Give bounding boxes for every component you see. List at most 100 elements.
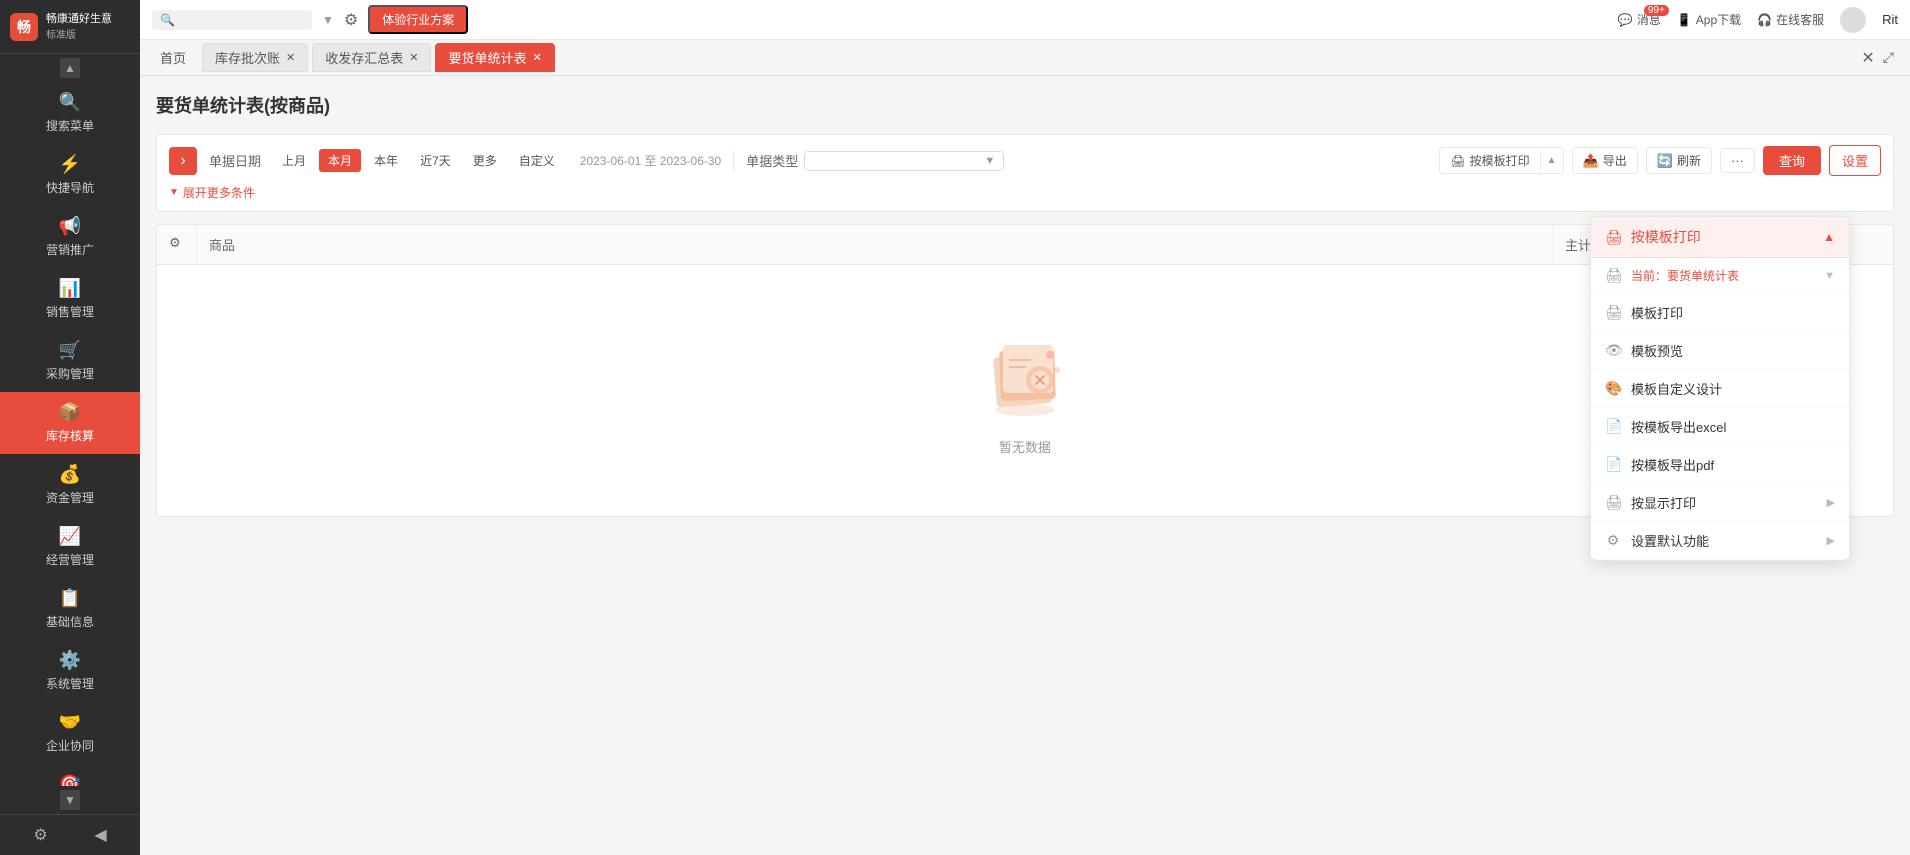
close-window-btn[interactable]: ✕ (1861, 48, 1874, 68)
sidebar-item-collab[interactable]: 🤝 企业协同 (0, 702, 140, 764)
date-btn-last-7[interactable]: 近7天 (411, 149, 460, 172)
table-col-product: 商品 (197, 225, 1553, 264)
scroll-down-btn[interactable]: ▼ (60, 790, 80, 810)
message-btn[interactable]: 💬 消息 99+ (1618, 11, 1661, 28)
order-type-filter: 单据类型 ▼ (746, 151, 1004, 171)
date-btn-this-month[interactable]: 本月 (319, 149, 361, 172)
expand-icon: ▼ (169, 187, 179, 198)
search-input[interactable] (179, 13, 259, 27)
system-icon: ⚙️ (59, 650, 81, 671)
date-btn-more[interactable]: 更多 (464, 149, 506, 172)
basic-icon: 📋 (59, 588, 81, 609)
expand-row: ▼ 展开更多条件 (169, 184, 1881, 201)
dropdown-item-template-print[interactable]: 🖨 模板打印 (1591, 294, 1849, 332)
more-btn[interactable]: ··· (1720, 148, 1755, 173)
date-buttons: 上月 本月 本年 近7天 更多 自定义 (273, 149, 564, 172)
collapse-icon[interactable]: ◀ (94, 825, 106, 845)
query-btn[interactable]: 查询 (1763, 146, 1821, 175)
sidebar-item-search[interactable]: 🔍 搜索菜单 (0, 82, 140, 144)
guide-icon: 🎯 (59, 774, 81, 786)
table-settings-icon[interactable]: ⚙ (169, 235, 181, 250)
dropdown-item-set-default[interactable]: ⚙ 设置默认功能 ▶ (1591, 522, 1849, 560)
set-default-arrow: ▶ (1827, 534, 1835, 547)
tab-close-order[interactable]: ✕ (533, 51, 542, 64)
maximize-btn[interactable]: ⤢ (1883, 49, 1894, 66)
app-name: 畅康通好生意 (46, 12, 112, 26)
tab-batch-account[interactable]: 库存批次账 ✕ (202, 43, 308, 72)
sidebar-item-marketing[interactable]: 📢 营销推广 (0, 206, 140, 268)
filter-bar: › 单据日期 上月 本月 本年 近7天 更多 自定义 2023-06-01 至 … (156, 134, 1894, 212)
print-template-label[interactable]: 🖨 按模板打印 (1440, 148, 1539, 173)
purchase-icon: 🛒 (59, 340, 81, 361)
dropdown-item-display-print[interactable]: 🖨 按显示打印 ▶ (1591, 484, 1849, 522)
tab-collect-summary[interactable]: 收发存汇总表 ✕ (312, 43, 431, 72)
tab-home[interactable]: 首页 (148, 44, 198, 71)
user-avatar[interactable] (1840, 7, 1866, 33)
template-design-label: 模板自定义设计 (1631, 379, 1835, 398)
empty-text: 暂无数据 (999, 437, 1051, 456)
tab-close-batch[interactable]: ✕ (286, 51, 295, 64)
export-excel-label: 按模板导出excel (1631, 417, 1835, 436)
date-range-display: 2023-06-01 至 2023-06-30 (580, 152, 721, 169)
filter-expand-arrow[interactable]: › (169, 147, 197, 175)
topbar-dropdown-arrow[interactable]: ▼ (322, 13, 334, 27)
empty-illustration (975, 325, 1075, 425)
date-btn-last-month[interactable]: 上月 (273, 149, 315, 172)
current-template-label: 当前：要货单统计表 (1631, 267, 1814, 284)
topbar-right: 💬 消息 99+ 📱 App下载 🎧 在线客服 Rit (1618, 7, 1898, 33)
dropdown-item-template-preview[interactable]: 👁 模板预览 (1591, 332, 1849, 370)
order-type-select[interactable]: ▼ (804, 151, 1004, 171)
sidebar-item-purchase[interactable]: 🛒 采购管理 (0, 330, 140, 392)
dropdown-collapse-arrow[interactable]: ▲ (1823, 230, 1835, 244)
sidebar-item-operation[interactable]: 📈 经营管理 (0, 516, 140, 578)
display-print-arrow: ▶ (1827, 496, 1835, 509)
date-btn-this-year[interactable]: 本年 (365, 149, 407, 172)
print-dropdown-menu: 🖨 按模板打印 ▲ 🖨 当前：要货单统计表 ▼ 🖨 模板打印 👁 模板预览 (1590, 216, 1850, 561)
operation-icon: 📈 (59, 526, 81, 547)
scroll-up-btn[interactable]: ▲ (60, 58, 80, 78)
tab-close-collect[interactable]: ✕ (409, 51, 418, 64)
display-print-icon: 🖨 (1605, 494, 1621, 511)
sidebar-nav: 🔍 搜索菜单 ⚡ 快捷导航 📢 营销推广 📊 销售管理 🛒 采购管理 📦 库存核… (0, 82, 140, 786)
sidebar-item-quick-nav[interactable]: ⚡ 快捷导航 (0, 144, 140, 206)
set-default-label: 设置默认功能 (1631, 531, 1817, 550)
logo-icon: 畅 (10, 13, 38, 41)
sales-icon: 📊 (59, 278, 81, 299)
order-type-label: 单据类型 (746, 151, 798, 170)
sidebar-item-system[interactable]: ⚙️ 系统管理 (0, 640, 140, 702)
online-service-btn[interactable]: 🎧 在线客服 (1757, 11, 1824, 28)
tab-order-stats[interactable]: 要货单统计表 ✕ (435, 43, 554, 72)
topbar-gear-icon[interactable]: ⚙ (344, 10, 358, 30)
dropdown-printer-icon: 🖨 (1605, 229, 1623, 246)
date-btn-custom[interactable]: 自定义 (510, 149, 564, 172)
app-logo: 畅 畅康通好生意 标准版 (0, 0, 140, 54)
topbar-search-box[interactable]: 🔍 (152, 10, 312, 30)
expand-more-btn[interactable]: ▼ 展开更多条件 (169, 184, 1881, 201)
trial-btn[interactable]: 体验行业方案 (368, 5, 468, 34)
table-col-settings[interactable]: ⚙ (157, 225, 197, 264)
sidebar-item-basic[interactable]: 📋 基础信息 (0, 578, 140, 640)
export-pdf-icon: 📄 (1605, 456, 1621, 473)
sidebar-item-finance[interactable]: 💰 资金管理 (0, 454, 140, 516)
dropdown-current-item[interactable]: 🖨 当前：要货单统计表 ▼ (1591, 258, 1849, 294)
export-btn[interactable]: 📤 导出 (1572, 147, 1638, 174)
action-buttons: 🖨 按模板打印 ▲ 📤 导出 🔄 刷新 ··· 查询 (1439, 145, 1881, 176)
settings-footer-icon[interactable]: ⚙ (33, 825, 47, 845)
sidebar-item-guide[interactable]: 🎯 新手引导 (0, 764, 140, 786)
date-label: 单据日期 (209, 151, 261, 170)
refresh-btn[interactable]: 🔄 刷新 (1646, 147, 1712, 174)
app-download-btn[interactable]: 📱 App下载 (1677, 11, 1741, 28)
print-dropdown-arrow[interactable]: ▲ (1540, 151, 1563, 170)
dropdown-item-template-design[interactable]: 🎨 模板自定义设计 (1591, 370, 1849, 408)
display-print-label: 按显示打印 (1631, 493, 1817, 512)
dropdown-item-export-excel[interactable]: 📄 按模板导出excel (1591, 408, 1849, 446)
print-template-btn-group[interactable]: 🖨 按模板打印 ▲ (1439, 147, 1563, 174)
export-pdf-label: 按模板导出pdf (1631, 455, 1835, 474)
message-icon: 💬 (1618, 13, 1633, 27)
settings-btn[interactable]: 设置 (1829, 145, 1881, 176)
template-preview-icon: 👁 (1605, 342, 1621, 359)
dropdown-item-export-pdf[interactable]: 📄 按模板导出pdf (1591, 446, 1849, 484)
window-controls: ✕ ⤢ (1853, 44, 1902, 72)
sidebar-item-sales[interactable]: 📊 销售管理 (0, 268, 140, 330)
sidebar-item-inventory[interactable]: 📦 库存核算 (0, 392, 140, 454)
